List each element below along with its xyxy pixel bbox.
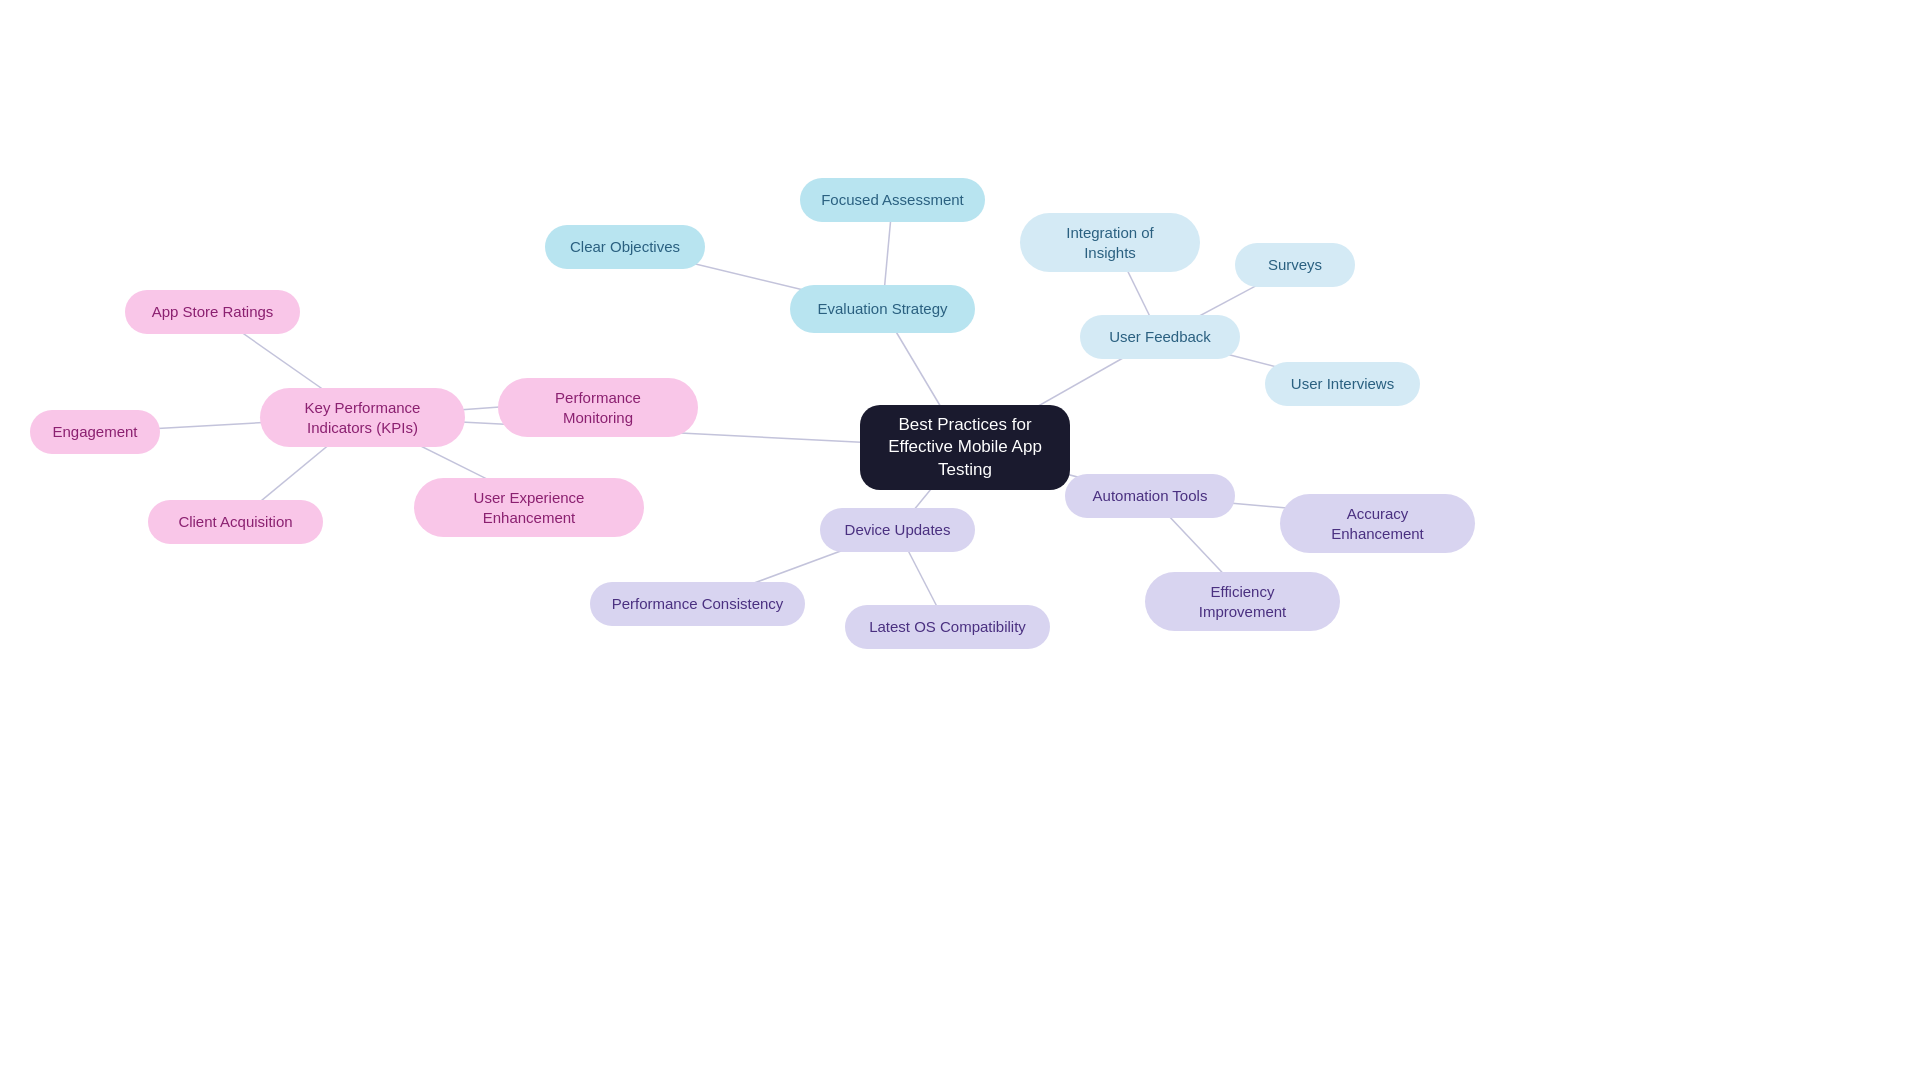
integration-of-insights-node[interactable]: Integration of Insights <box>1020 213 1200 272</box>
performance-monitoring-node[interactable]: Performance Monitoring <box>498 378 698 437</box>
engagement-node[interactable]: Engagement <box>30 410 160 454</box>
performance-consistency-node[interactable]: Performance Consistency <box>590 582 805 626</box>
user-feedback-node[interactable]: User Feedback <box>1080 315 1240 359</box>
app-store-ratings-node[interactable]: App Store Ratings <box>125 290 300 334</box>
user-interviews-node[interactable]: User Interviews <box>1265 362 1420 406</box>
center-node[interactable]: Best Practices for Effective Mobile App … <box>860 405 1070 490</box>
clear-objectives-node[interactable]: Clear Objectives <box>545 225 705 269</box>
automation-tools-node[interactable]: Automation Tools <box>1065 474 1235 518</box>
surveys-node[interactable]: Surveys <box>1235 243 1355 287</box>
accuracy-enhancement-node[interactable]: Accuracy Enhancement <box>1280 494 1475 553</box>
latest-os-node[interactable]: Latest OS Compatibility <box>845 605 1050 649</box>
kpi-node[interactable]: Key Performance Indicators (KPIs) <box>260 388 465 447</box>
client-acquisition-node[interactable]: Client Acquisition <box>148 500 323 544</box>
focused-assessment-node[interactable]: Focused Assessment <box>800 178 985 222</box>
efficiency-improvement-node[interactable]: Efficiency Improvement <box>1145 572 1340 631</box>
user-experience-node[interactable]: User Experience Enhancement <box>414 478 644 537</box>
evaluation-strategy-node[interactable]: Evaluation Strategy <box>790 285 975 333</box>
device-updates-node[interactable]: Device Updates <box>820 508 975 552</box>
